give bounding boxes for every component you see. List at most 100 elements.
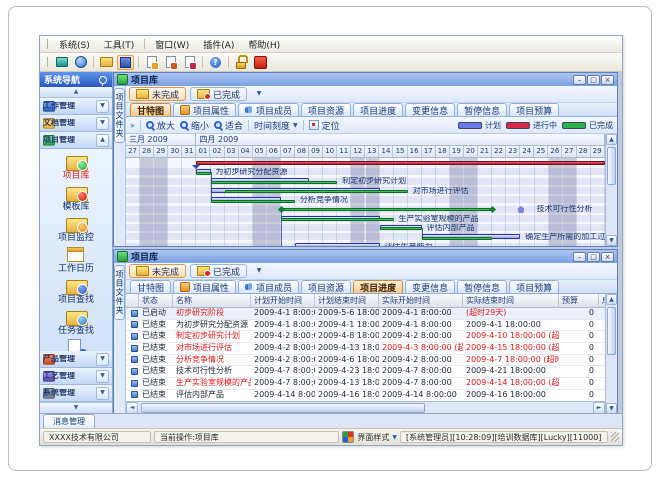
column-header[interactable]: 计划结束时间	[315, 294, 379, 307]
menu-item[interactable]: 插件(A)	[196, 37, 241, 52]
gantt-chart[interactable]: 为初步研究分配资源制定初步研究计划对市场进行评估分析竞争情况技术可行性分析生产实…	[126, 158, 605, 246]
column-header[interactable]: 名称	[173, 294, 251, 307]
scroll-down-button[interactable]: ▼	[606, 235, 617, 246]
table-row[interactable]: 已结束评估内部产品2009-4-14 8:00:002009-4-16 18:0…	[126, 390, 605, 401]
fit-button[interactable]: 适合	[214, 119, 243, 132]
tab[interactable]: 甘特图	[130, 280, 171, 293]
resize-grip[interactable]	[611, 432, 619, 442]
table-row[interactable]: 已结束对市场进行评估2009-4-2 8:00:002009-4-13 18:0…	[126, 343, 605, 355]
tab[interactable]: 变更信息	[405, 280, 455, 293]
sidebar-item[interactable]: 项目文档查找	[40, 338, 112, 351]
chevron-down-icon[interactable]: ▼	[392, 434, 397, 441]
sidebar-group[interactable]: 产品管理▼	[40, 351, 112, 368]
tab[interactable]: 项目属性	[173, 103, 236, 116]
scroll-track[interactable]	[138, 402, 593, 413]
close-button[interactable]: ×	[601, 75, 614, 85]
sidebar-group[interactable]: 系统管理▼	[40, 385, 112, 402]
report-edit-icon[interactable]	[162, 55, 179, 70]
exit-icon[interactable]	[252, 55, 269, 70]
scroll-up-button[interactable]: ▲	[606, 294, 617, 305]
help-icon[interactable]	[207, 55, 224, 70]
maximize-button[interactable]: □	[587, 252, 600, 262]
sidebar-collapse-button[interactable]: ▲	[40, 87, 112, 98]
table-window-titlebar[interactable]: 项目库 –□×	[114, 250, 617, 263]
filter-completed-button[interactable]: 已完成	[190, 264, 247, 278]
scroll-thumb[interactable]	[607, 147, 616, 185]
table-row[interactable]: 已结束生产实验室规模的产品2009-4-7 8:00:002009-4-13 1…	[126, 378, 605, 390]
menu-item[interactable]: 窗口(W)	[148, 37, 196, 52]
tab[interactable]: 项目成员	[238, 103, 299, 116]
sidebar-item[interactable]: 工作日历	[40, 245, 112, 274]
chevron-down-icon[interactable]: ▼	[96, 117, 109, 130]
tab[interactable]: 项目属性	[173, 280, 236, 293]
tab[interactable]: 项目资源	[301, 103, 351, 116]
tab[interactable]: 项目成员	[238, 280, 299, 293]
sidebar-item[interactable]: 任务查找	[40, 307, 112, 336]
zoom-in-button[interactable]: 放大	[146, 119, 175, 132]
time-scale-dropdown[interactable]: 时间刻度▼	[254, 119, 298, 132]
tab[interactable]: 变更信息	[405, 103, 455, 116]
table-row[interactable]: 已结束为初步研究分配资源2009-4-1 8:00:002009-4-1 18:…	[126, 320, 605, 332]
sidebar-group[interactable]: 项目管理▲	[40, 132, 112, 149]
sidebar-overflow-button[interactable]: ▼	[40, 402, 112, 413]
tab[interactable]: 暂停信息	[457, 280, 507, 293]
report-delete-icon[interactable]	[181, 55, 198, 70]
table-row[interactable]: 已结束技术可行性分析2009-4-7 8:00:002009-4-23 18:0…	[126, 366, 605, 378]
tab[interactable]: 项目预算	[509, 103, 559, 116]
lock-icon[interactable]	[233, 55, 250, 70]
tab-project-folder[interactable]: 项目文件夹	[114, 265, 125, 320]
sidebar-item[interactable]: 项目监控	[40, 214, 112, 243]
column-header[interactable]: 状态	[139, 294, 173, 307]
sidebar-group[interactable]: 工艺管理▼	[40, 368, 112, 385]
table-row[interactable]: 已结束分析竞争情况2009-4-2 8:00:002009-4-6 18:00:…	[126, 355, 605, 367]
tab[interactable]: 项目预算	[509, 280, 559, 293]
filter-more-button[interactable]: ▼	[251, 264, 267, 278]
menu-item[interactable]: 帮助(H)	[241, 37, 287, 52]
scroll-track[interactable]	[606, 305, 617, 403]
sidebar-group[interactable]: 工作管理▼	[40, 98, 112, 115]
filter-unfinished-button[interactable]: 未完成	[129, 87, 186, 101]
column-header[interactable]: 预算	[559, 294, 599, 307]
locate-button[interactable]: 定位	[309, 119, 340, 132]
table-row[interactable]: 已启动初步研究阶段2009-4-1 8:00:002009-5-6 18:00:…	[126, 308, 605, 320]
chevron-down-icon[interactable]: ▼	[96, 353, 109, 366]
tab[interactable]: 项目资源	[301, 280, 351, 293]
close-button[interactable]: ×	[601, 252, 614, 262]
menu-item[interactable]: 工具(T)	[97, 37, 142, 52]
sidebar-item[interactable]: 项目库	[40, 152, 112, 181]
sidebar-item[interactable]: 项目查找	[40, 276, 112, 305]
column-header[interactable]	[126, 294, 139, 307]
filter-unfinished-button[interactable]: 未完成	[129, 264, 186, 278]
table-vscrollbar[interactable]: ▲ ▼	[605, 294, 617, 413]
interface-style-icon[interactable]	[342, 431, 354, 443]
chevron-down-icon[interactable]: ▼	[96, 100, 109, 113]
column-header[interactable]: 计划开始时间	[251, 294, 315, 307]
scroll-right-button[interactable]: ►	[593, 402, 605, 413]
tab[interactable]: 暂停信息	[457, 103, 507, 116]
toolbar-overflow-icon[interactable]: »	[130, 121, 135, 130]
tab-project-folder[interactable]: 项目文件夹	[114, 88, 125, 143]
web-icon[interactable]	[72, 55, 89, 70]
tab[interactable]: 项目进度	[353, 103, 403, 116]
sidebar-item[interactable]: 模板库	[40, 183, 112, 212]
minimize-button[interactable]: –	[573, 75, 586, 85]
maximize-button[interactable]: □	[587, 75, 600, 85]
open-folder-icon[interactable]	[98, 55, 115, 70]
pin-icon[interactable]	[99, 76, 107, 84]
tab-message-management[interactable]: 消息管理	[43, 414, 95, 428]
scroll-thumb[interactable]	[607, 307, 616, 355]
scroll-track[interactable]	[606, 145, 617, 235]
chevron-up-icon[interactable]: ▲	[96, 134, 109, 147]
save-icon[interactable]	[117, 55, 134, 70]
gantt-window-titlebar[interactable]: 项目库 –□×	[114, 73, 617, 86]
menu-item[interactable]: 系统(S)	[52, 37, 97, 52]
report-new-icon[interactable]	[143, 55, 160, 70]
gantt-vscrollbar[interactable]: ▲ ▼	[605, 134, 617, 246]
tab[interactable]: 项目进度	[353, 280, 403, 293]
toolbar-grip[interactable]	[43, 57, 48, 67]
scroll-left-button[interactable]: ◄	[126, 402, 138, 413]
sidebar-group[interactable]: 文档管理▼	[40, 115, 112, 132]
column-header[interactable]: 实际开始时间	[379, 294, 463, 307]
filter-more-button[interactable]: ▼	[251, 87, 267, 101]
chevron-down-icon[interactable]: ▼	[96, 370, 109, 383]
